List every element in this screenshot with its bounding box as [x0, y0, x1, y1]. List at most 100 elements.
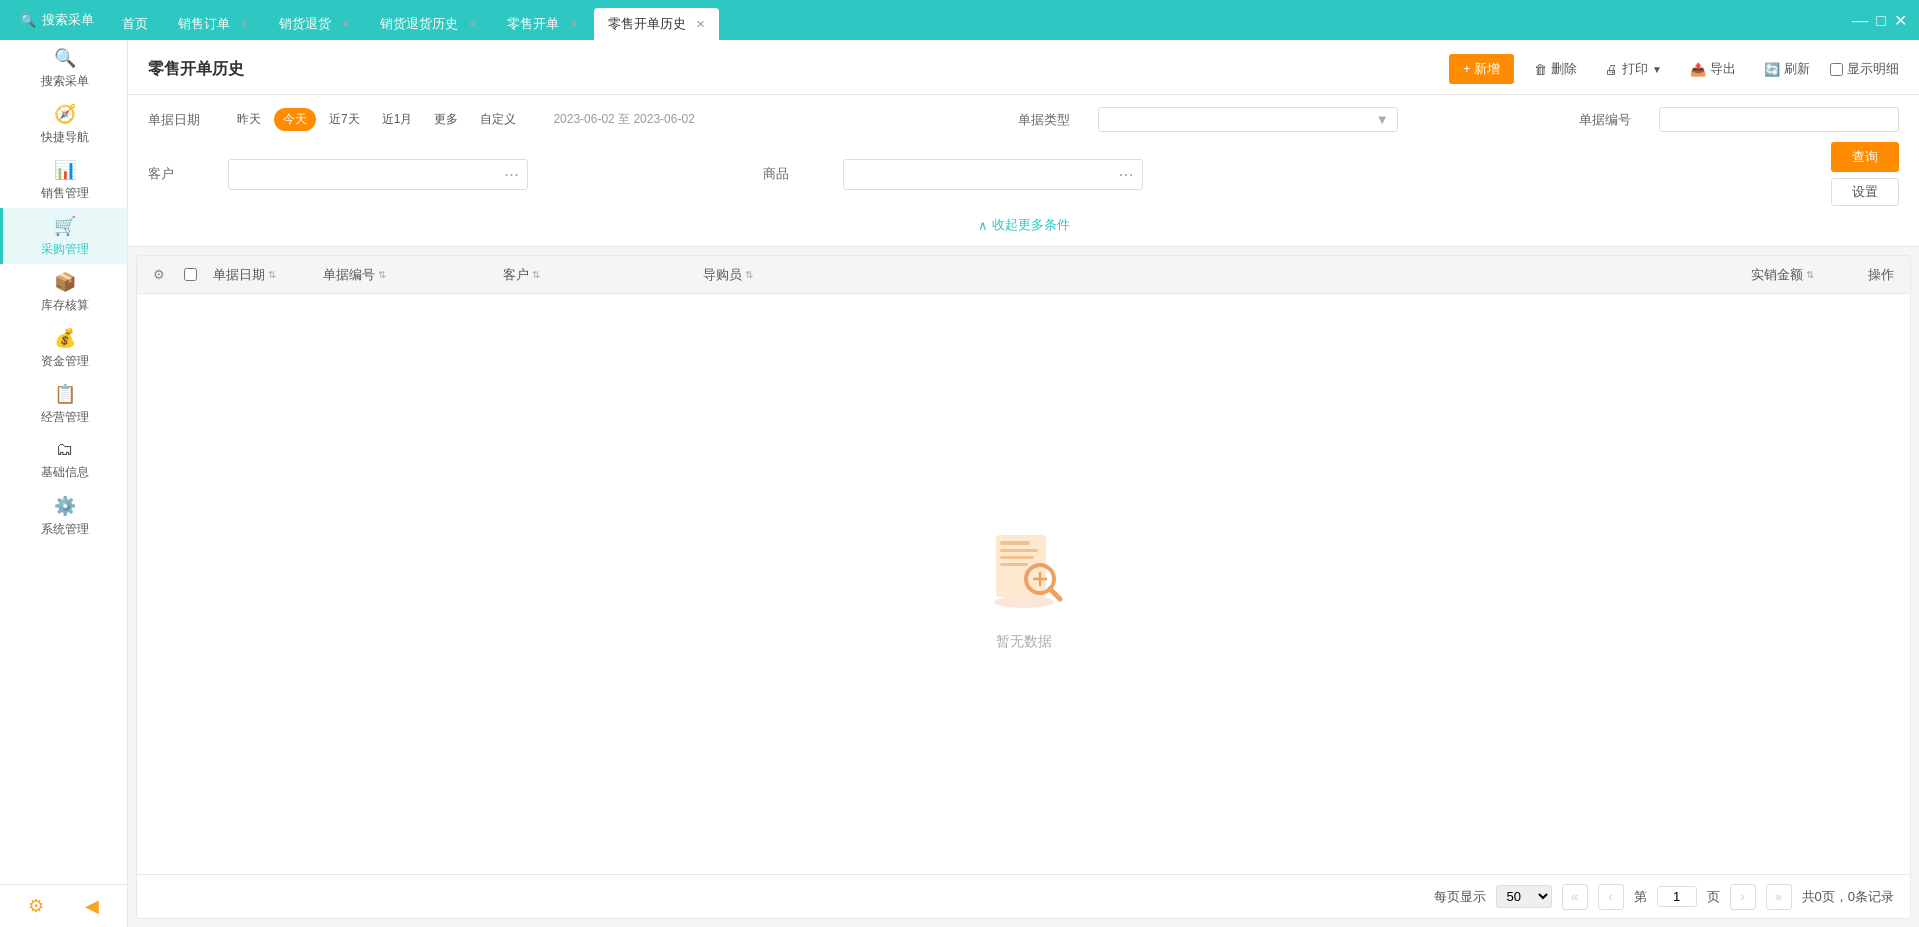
tab-home-label: 首页: [122, 15, 148, 33]
print-icon: 🖨: [1605, 62, 1618, 77]
date-btn-custom[interactable]: 自定义: [471, 108, 525, 131]
type-filter-label: 单据类型: [1018, 111, 1078, 129]
show-detail-checkbox[interactable]: 显示明细: [1830, 60, 1899, 78]
search-box[interactable]: 🔍 搜索采单: [8, 0, 106, 40]
search-button-label: 查询: [1852, 149, 1878, 164]
sidebar-item-purchase[interactable]: 🛒 采购管理: [0, 208, 127, 264]
first-page-button[interactable]: «: [1562, 884, 1588, 910]
collapse-label: 收起更多条件: [992, 216, 1070, 234]
th-date-sort: ⇅: [268, 269, 276, 280]
sidebar-sales-label: 销售管理: [41, 185, 89, 202]
page-title: 零售开单历史: [148, 59, 244, 80]
collapse-button[interactable]: ∧ 收起更多条件: [978, 216, 1070, 234]
date-btn-more[interactable]: 更多: [425, 108, 467, 131]
print-button[interactable]: 🖨 打印 ▼: [1597, 56, 1670, 82]
export-label: 导出: [1710, 60, 1736, 78]
number-filter-label: 单据编号: [1579, 111, 1639, 129]
tab-sales-order[interactable]: 销售订单 ✕: [164, 8, 263, 40]
tab-retail-bill-history[interactable]: 零售开单历史 ✕: [594, 8, 719, 40]
client-select[interactable]: ···: [228, 159, 528, 190]
type-select[interactable]: ▼: [1098, 107, 1398, 132]
page-number-input[interactable]: [1657, 886, 1697, 907]
show-detail-input[interactable]: [1830, 63, 1843, 76]
search-button[interactable]: 查询: [1831, 142, 1899, 172]
settings-bottom-icon[interactable]: ⚙: [28, 895, 44, 917]
sidebar-item-inventory[interactable]: 📦 库存核算: [0, 264, 127, 320]
sidebar-item-basic[interactable]: 🗂 基础信息: [0, 432, 127, 488]
date-btn-today[interactable]: 今天: [274, 108, 316, 131]
maximize-icon[interactable]: □: [1876, 11, 1886, 29]
pagination-bar: 每页显示 50 10 20 100 « ‹ 第 页 ›: [137, 874, 1910, 918]
top-bar: 🔍 搜索采单 首页 销售订单 ✕ 销货退货 ✕ 销货退货历史 ✕ 零售开单 ✕ …: [0, 0, 1919, 40]
new-button[interactable]: + 新增: [1449, 54, 1514, 84]
refresh-label: 刷新: [1784, 60, 1810, 78]
tab-sales-return-close[interactable]: ✕: [341, 18, 350, 31]
tab-sales-return-history-close[interactable]: ✕: [468, 18, 477, 31]
svg-point-0: [994, 596, 1054, 608]
last-page-button[interactable]: »: [1766, 884, 1792, 910]
sidebar-search-label: 搜索采单: [41, 73, 89, 90]
page-size-select[interactable]: 50 10 20 100: [1496, 885, 1552, 908]
tab-retail-bill-history-close[interactable]: ✕: [696, 18, 705, 31]
sidebar-item-finance[interactable]: 💰 资金管理: [0, 320, 127, 376]
filter-row-1: 单据日期 昨天 今天 近7天 近1月 更多 自定义 2023-06-02 至 2…: [148, 107, 1899, 132]
sidebar-basic-label: 基础信息: [41, 464, 89, 481]
sidebar-item-sales[interactable]: 📊 销售管理: [0, 152, 127, 208]
th-number-sort: ⇅: [378, 269, 386, 280]
th-checkbox[interactable]: [175, 268, 205, 281]
tab-sales-order-label: 销售订单: [178, 15, 230, 33]
svg-rect-2: [1000, 541, 1030, 545]
collapse-row: ∧ 收起更多条件: [148, 216, 1899, 234]
sidebar-item-business[interactable]: 📋 经营管理: [0, 376, 127, 432]
tab-retail-bill[interactable]: 零售开单 ✕: [493, 8, 592, 40]
sidebar-purchase-label: 采购管理: [41, 241, 89, 258]
tab-retail-bill-history-label: 零售开单历史: [608, 15, 686, 33]
th-guide[interactable]: 导购员 ⇅: [695, 266, 815, 284]
prev-page-button[interactable]: ‹: [1598, 884, 1624, 910]
sidebar-item-system[interactable]: ⚙️ 系统管理: [0, 488, 127, 544]
tab-sales-return-history[interactable]: 销货退货历史 ✕: [366, 8, 491, 40]
first-page-icon: «: [1571, 889, 1578, 904]
minimize-icon[interactable]: —: [1852, 11, 1868, 29]
date-btn-7days[interactable]: 近7天: [320, 108, 369, 131]
sidebar-item-search[interactable]: 🔍 搜索采单: [0, 40, 127, 96]
number-input[interactable]: [1659, 107, 1899, 132]
date-btn-1month[interactable]: 近1月: [373, 108, 422, 131]
th-action: 操作: [1822, 266, 1902, 284]
filter-row-2: 客户 ··· 商品 ··· 查询 设置: [148, 142, 1899, 206]
client-dots[interactable]: ···: [504, 164, 519, 185]
goods-dots[interactable]: ···: [1119, 164, 1134, 185]
next-page-button[interactable]: ›: [1730, 884, 1756, 910]
tab-retail-bill-label: 零售开单: [507, 15, 559, 33]
sales-icon: 📊: [54, 159, 76, 181]
tab-sales-order-close[interactable]: ✕: [240, 18, 249, 31]
show-detail-label: 显示明细: [1847, 60, 1899, 78]
goods-filter-label: 商品: [763, 165, 823, 183]
tab-home[interactable]: 首页: [108, 8, 162, 40]
close-window-icon[interactable]: ✕: [1894, 11, 1907, 30]
th-date[interactable]: 单据日期 ⇅: [205, 266, 315, 284]
export-button[interactable]: 📤 导出: [1682, 56, 1744, 82]
th-amount[interactable]: 实销金额 ⇅: [1702, 266, 1822, 284]
select-all-checkbox[interactable]: [184, 268, 197, 281]
collapse-sidebar-icon[interactable]: ◀: [85, 895, 99, 917]
delete-button[interactable]: 🗑 删除: [1526, 56, 1585, 82]
th-number[interactable]: 单据编号 ⇅: [315, 266, 495, 284]
settings-button[interactable]: 设置: [1831, 178, 1899, 206]
svg-rect-3: [1000, 549, 1038, 552]
tab-sales-return[interactable]: 销货退货 ✕: [265, 8, 364, 40]
next-page-icon: ›: [1740, 889, 1744, 904]
refresh-button[interactable]: 🔄 刷新: [1756, 56, 1818, 82]
sidebar-item-shortcut[interactable]: 🧭 快捷导航: [0, 96, 127, 152]
th-client[interactable]: 客户 ⇅: [495, 266, 695, 284]
tab-retail-bill-close[interactable]: ✕: [569, 18, 578, 31]
goods-select[interactable]: ···: [843, 159, 1143, 190]
th-settings[interactable]: ⚙: [145, 267, 175, 282]
column-settings-icon[interactable]: ⚙: [153, 267, 165, 282]
date-btn-yesterday[interactable]: 昨天: [228, 108, 270, 131]
tab-sales-return-history-label: 销货退货历史: [380, 15, 458, 33]
client-filter-label: 客户: [148, 165, 208, 183]
th-date-label: 单据日期: [213, 266, 265, 284]
sidebar-bottom: ⚙ ◀: [0, 884, 127, 927]
sidebar-inventory-label: 库存核算: [41, 297, 89, 314]
